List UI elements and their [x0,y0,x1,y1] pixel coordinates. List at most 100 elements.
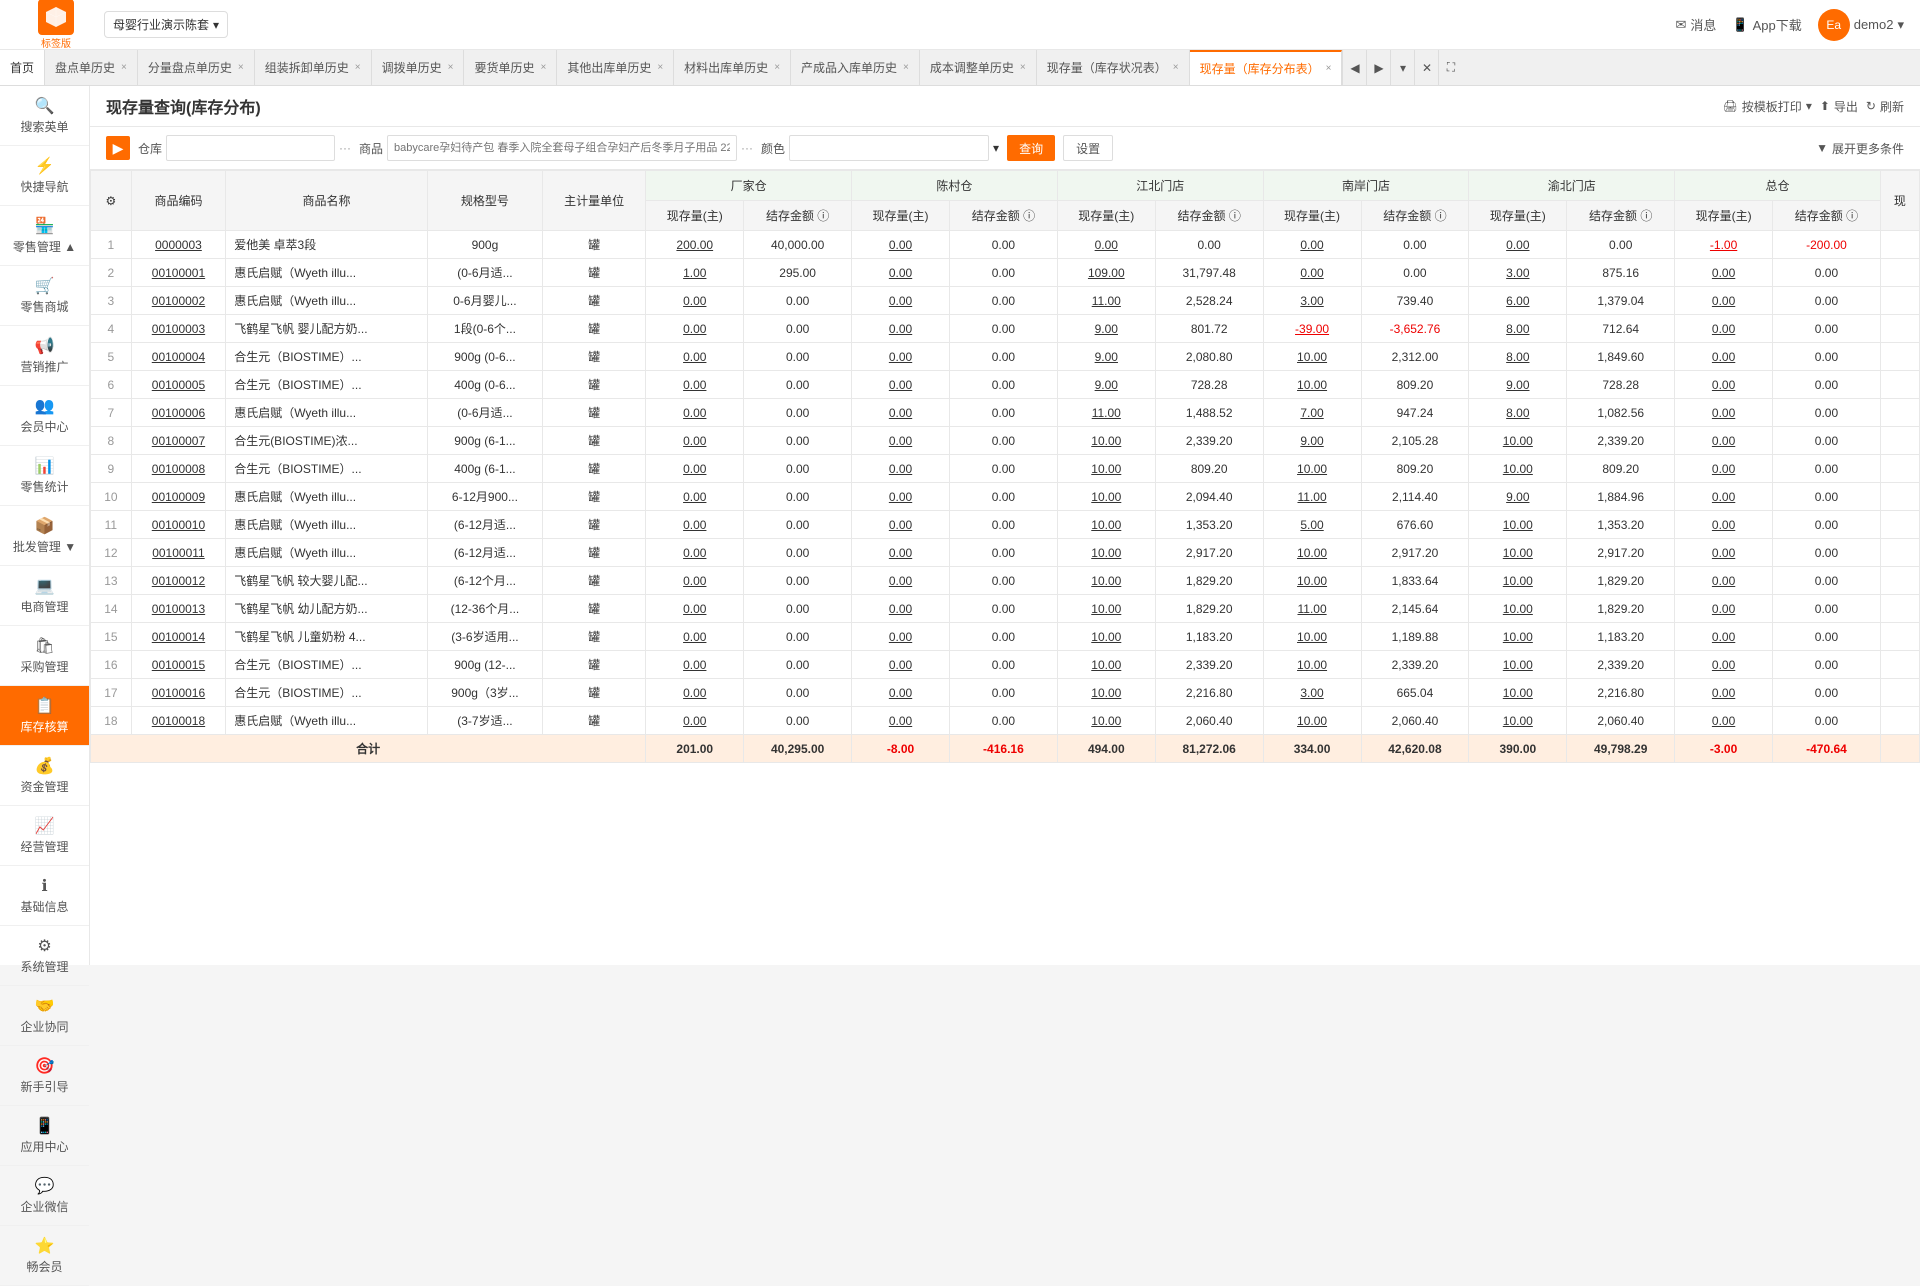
sidebar-item-retail-shop[interactable]: 🛒 零售商城 [0,266,89,326]
color-input[interactable] [789,135,989,161]
tab-close-stock-dist[interactable]: × [1326,63,1332,74]
th-nanan-amt: 结存金额 ⓘ [1361,201,1469,231]
wechat-icon: 💬 [4,1176,85,1196]
filter-expand-btn[interactable]: ▶ [106,136,130,160]
tab-close-assembly[interactable]: × [355,62,361,73]
sidebar-item-operations[interactable]: 📈 经营管理 [0,806,89,866]
cell-spec: 900g [427,231,542,259]
tab-prev-btn[interactable]: ◀ [1342,50,1366,86]
logo-text: 标签版 [41,35,71,50]
tab-close-product-in[interactable]: × [903,62,909,73]
refresh-btn[interactable]: ↻ 刷新 [1866,98,1904,115]
setting-btn[interactable]: 设置 [1063,135,1113,161]
message-btn[interactable]: ✉ 消息 [1675,15,1716,34]
sidebar-item-wholesale[interactable]: 📦 批发管理 ▼ [0,506,89,566]
sidebar-item-search[interactable]: 🔍 搜索英单 [0,86,89,146]
app-download-btn[interactable]: 📱 App下载 [1732,15,1801,34]
tab-next-btn[interactable]: ▶ [1366,50,1390,86]
sidebar-item-system[interactable]: ⚙ 系统管理 [0,926,89,986]
user-arrow-icon: ▾ [1897,17,1904,33]
tab-close-inventory2[interactable]: × [238,62,244,73]
company-selector[interactable]: 母婴行业演示陈套 ▾ [104,11,228,38]
goods-input[interactable] [387,135,737,161]
sidebar-item-guide[interactable]: 🎯 新手引导 [0,1046,89,1106]
cell-spec: (6-12月适... [427,511,542,539]
cell-nanan-amt: 2,917.20 [1361,539,1469,567]
cell-name: 惠氏启赋（Wyeth illu... [226,483,428,511]
tab-close-transfer[interactable]: × [448,62,454,73]
warehouse-input[interactable] [166,135,335,161]
print-btn[interactable]: 🖨 按模板打印 ▾ [1723,98,1812,115]
sidebar-item-wechat[interactable]: 💬 企业微信 [0,1166,89,1226]
main-content: 现存量查询(库存分布) 🖨 按模板打印 ▾ ⬆ 导出 ↻ 刷新 ▶ [90,86,1920,965]
export-btn[interactable]: ⬆ 导出 [1820,98,1858,115]
cell-idx: 11 [91,511,132,539]
sidebar-item-quick-nav[interactable]: ⚡ 快捷导航 [0,146,89,206]
expand-more-btn[interactable]: ▼ 展开更多条件 [1816,140,1904,157]
cell-code: 00100010 [131,511,225,539]
sidebar-item-enterprise[interactable]: 🤝 企业协同 [0,986,89,1046]
cell-code: 00100003 [131,315,225,343]
color-dropdown-icon[interactable]: ▾ [993,141,999,155]
table-row: 10 00100009 惠氏启赋（Wyeth illu... 6-12月900.… [91,483,1920,511]
cell-chen-amt: 0.00 [950,399,1058,427]
tab-material-out[interactable]: 材料出库单历史 × [674,50,791,86]
tab-purchase[interactable]: 要货单历史 × [464,50,557,86]
sidebar-item-basic-info[interactable]: ℹ 基础信息 [0,866,89,926]
tab-assembly[interactable]: 组装拆卸单历史 × [255,50,372,86]
warehouse-dots[interactable]: ··· [339,141,351,155]
tab-close-all-btn[interactable]: ✕ [1414,50,1438,86]
tab-close-inventory[interactable]: × [121,62,127,73]
tab-cost-adjust[interactable]: 成本调整单历史 × [920,50,1037,86]
tab-close-stock-status[interactable]: × [1173,62,1179,73]
sidebar-item-apps[interactable]: 📱 应用中心 [0,1106,89,1166]
table-row: 7 00100006 惠氏启赋（Wyeth illu... (0-6月适... … [91,399,1920,427]
table-container[interactable]: ⚙ 商品编码 商品名称 规格型号 主计量单位 厂家仓 陈村仓 江北门店 南岸门店… [90,170,1920,965]
sidebar-item-marketing[interactable]: 📢 营销推广 [0,326,89,386]
tab-inventory[interactable]: 盘点单历史 × [45,50,138,86]
sidebar-item-purchase[interactable]: 🛍 采购管理 [0,626,89,686]
tab-inventory2[interactable]: 分量盘点单历史 × [138,50,255,86]
tab-product-in[interactable]: 产成品入库单历史 × [791,50,920,86]
goods-dots[interactable]: ··· [741,141,753,155]
tab-transfer[interactable]: 调拨单历史 × [372,50,465,86]
cell-unit: 罐 [542,483,645,511]
table-row: 13 00100012 飞鹤星飞帆 较大婴儿配... (6-12个月... 罐 … [91,567,1920,595]
tab-stock-dist[interactable]: 现存量（库存分布表） × [1190,50,1343,86]
sidebar-item-retail-stats[interactable]: 📊 零售统计 [0,446,89,506]
tab-close-material-out[interactable]: × [774,62,780,73]
cell-idx: 2 [91,259,132,287]
cell-yubei-amt: 2,339.20 [1567,651,1675,679]
cell-name: 合生元（BIOSTIME）... [226,679,428,707]
summary-factory-amt: 40,295.00 [744,735,852,763]
tab-more-btn[interactable]: ▾ [1390,50,1414,86]
th-settings[interactable]: ⚙ [91,171,132,231]
cell-chen-amt: 0.00 [950,511,1058,539]
th-unit: 主计量单位 [542,171,645,231]
sidebar-item-ecommerce[interactable]: 💻 电商管理 [0,566,89,626]
tab-close-purchase[interactable]: × [540,62,546,73]
tab-other-out[interactable]: 其他出库单历史 × [557,50,674,86]
tab-close-cost-adjust[interactable]: × [1020,62,1026,73]
query-btn[interactable]: 查询 [1007,135,1055,161]
tab-close-other-out[interactable]: × [657,62,663,73]
sidebar-item-member2[interactable]: ⭐ 畅会员 [0,1226,89,1286]
cell-total-amt: 0.00 [1773,427,1881,455]
sidebar-item-member[interactable]: 👥 会员中心 [0,386,89,446]
cell-jiangbei-amt: 2,528.24 [1155,287,1263,315]
tab-fullscreen-btn[interactable]: ⛶ [1438,50,1462,86]
tab-home[interactable]: 首页 [0,50,45,86]
cell-jiangbei-qty: 10.00 [1057,595,1155,623]
tab-stock-status[interactable]: 现存量（库存状况表） × [1037,50,1190,86]
cell-total-amt: 0.00 [1773,567,1881,595]
sidebar-label-retail-mgmt: 零售管理 ▲ [4,238,85,255]
sidebar-item-retail-mgmt[interactable]: 🏪 零售管理 ▲ [0,206,89,266]
cell-factory-amt: 0.00 [744,343,852,371]
warehouse-field: 仓库 ··· [138,135,351,161]
user-area[interactable]: Ea demo2 ▾ [1818,9,1904,41]
cell-yubei-qty: 10.00 [1469,455,1567,483]
sidebar-item-finance[interactable]: 💰 资金管理 [0,746,89,806]
sidebar-label-purchase: 采购管理 [4,658,85,675]
cell-code: 00100007 [131,427,225,455]
sidebar-item-inventory-check[interactable]: 📋 库存核算 [0,686,89,746]
